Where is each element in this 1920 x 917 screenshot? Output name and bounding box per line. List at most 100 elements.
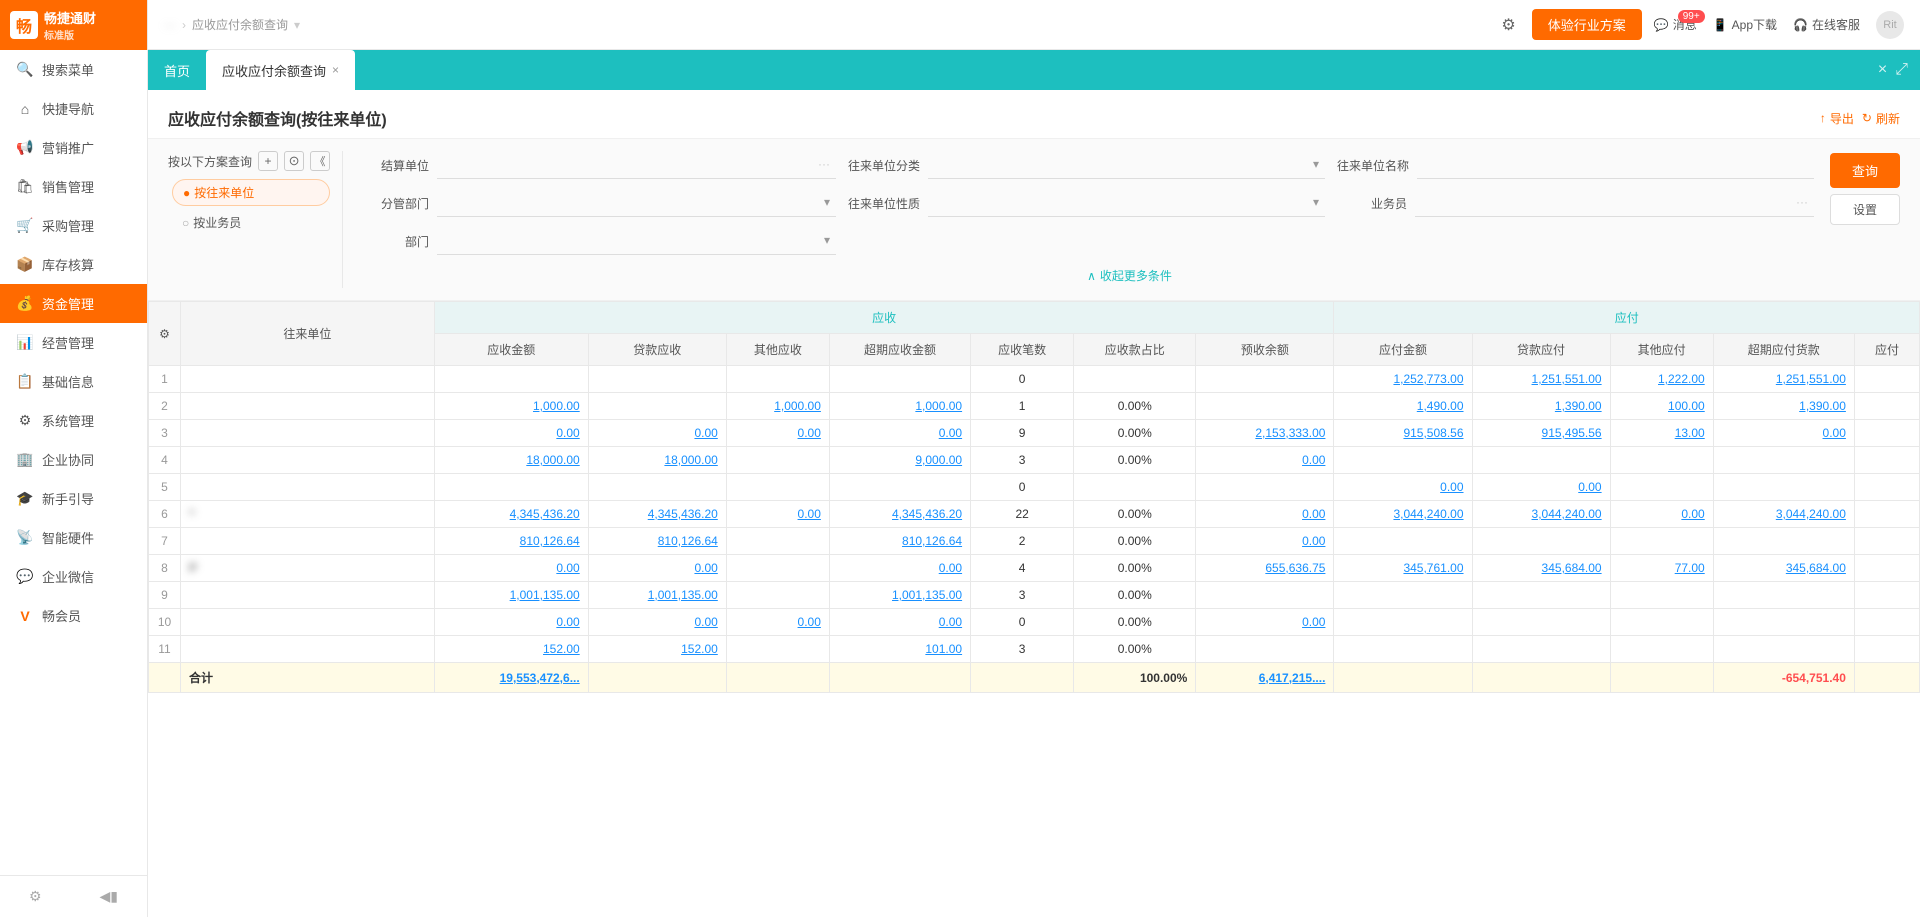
sidebar-item-quick-nav[interactable]: ⌂ 快捷导航 [0, 89, 147, 128]
cell-link[interactable]: 655,636.75 [1265, 561, 1325, 575]
window-close-icon[interactable]: × [1878, 61, 1887, 79]
query-button[interactable]: 查询 [1830, 153, 1900, 188]
cell-link[interactable]: 1,251,551.00 [1532, 372, 1602, 386]
export-button[interactable]: ↑ 导出 [1820, 110, 1854, 127]
sidebar-item-enterprise[interactable]: 🏢 企业协同 [0, 440, 147, 479]
sidebar-item-sales[interactable]: 🛍 销售管理 [0, 167, 147, 206]
cell-link[interactable]: 810,126.64 [520, 534, 580, 548]
sidebar-item-inventory[interactable]: 📦 库存核算 [0, 245, 147, 284]
sidebar-item-purchase[interactable]: 🛒 采购管理 [0, 206, 147, 245]
cell-link[interactable]: 0.00 [694, 615, 717, 629]
cell-link[interactable]: 3,044,240.00 [1532, 507, 1602, 521]
col-settings[interactable]: ⚙ [149, 302, 181, 366]
online-service-button[interactable]: 🎧 在线客服 [1793, 16, 1860, 33]
setting-button[interactable]: 设置 [1830, 194, 1900, 225]
cell-link[interactable]: 100.00 [1668, 399, 1705, 413]
trial-button[interactable]: 体验行业方案 [1532, 9, 1642, 40]
cell-link[interactable]: 0.00 [556, 615, 579, 629]
cell-link[interactable]: 0.00 [1823, 426, 1846, 440]
cell-link[interactable]: 18,000.00 [664, 453, 717, 467]
cell-link[interactable]: 0.00 [1302, 453, 1325, 467]
cell-link[interactable]: 0.00 [1302, 507, 1325, 521]
cell-link[interactable]: 77.00 [1675, 561, 1705, 575]
sidebar-item-system[interactable]: ⚙ 系统管理 [0, 401, 147, 440]
header-gear-icon[interactable]: ⚙ [1501, 15, 1515, 35]
sidebar-item-guide[interactable]: 🎓 新手引导 [0, 479, 147, 518]
cell-link[interactable]: 1,001,135.00 [892, 588, 962, 602]
cell-link[interactable]: 0.00 [798, 426, 821, 440]
sidebar-collapse-btn[interactable]: ◀▮ [92, 884, 126, 909]
cell-link[interactable]: 4,345,436.20 [648, 507, 718, 521]
filter-settings-button[interactable]: ⊙ [284, 151, 304, 171]
refresh-button[interactable]: ↻ 刷新 [1862, 110, 1900, 127]
cell-link[interactable]: 13.00 [1675, 426, 1705, 440]
filter-add-button[interactable]: + [258, 151, 278, 171]
cell-link[interactable]: 345,684.00 [1786, 561, 1846, 575]
cell-link[interactable]: 3,044,240.00 [1776, 507, 1846, 521]
cell-link[interactable]: 1,252,773.00 [1393, 372, 1463, 386]
partner-name-input[interactable] [1417, 151, 1814, 179]
cell-link[interactable]: 0.00 [939, 615, 962, 629]
tab-receivable-query[interactable]: 应收应付余额查询 × [206, 50, 355, 90]
cell-link[interactable]: 810,126.64 [902, 534, 962, 548]
cell-link[interactable]: 1,390.00 [1555, 399, 1602, 413]
cell-link[interactable]: 152.00 [681, 642, 718, 656]
settlement-unit-input[interactable]: ··· [437, 151, 836, 179]
sidebar-item-wechat[interactable]: 💬 企业微信 [0, 557, 147, 596]
cell-link[interactable]: 1,000.00 [774, 399, 821, 413]
cell-link[interactable]: 2,153,333.00 [1255, 426, 1325, 440]
sidebar-settings-btn[interactable]: ⚙ [21, 884, 50, 909]
cell-link[interactable]: 915,495.56 [1542, 426, 1602, 440]
sidebar-item-vip[interactable]: V 畅会员 [0, 596, 147, 635]
window-maximize-icon[interactable]: ⤢ [1895, 61, 1908, 79]
cell-link[interactable]: 4,345,436.20 [892, 507, 962, 521]
cell-link[interactable]: 0.00 [1440, 480, 1463, 494]
cell-link[interactable]: 18,000.00 [526, 453, 579, 467]
cell-link[interactable]: 1,222.00 [1658, 372, 1705, 386]
table-settings-icon[interactable]: ⚙ [159, 327, 170, 341]
chevron-down-icon[interactable]: ▾ [294, 18, 300, 32]
cell-link[interactable]: 0.00 [556, 426, 579, 440]
cell-link[interactable]: 345,684.00 [1542, 561, 1602, 575]
cell-link[interactable]: 0.00 [798, 507, 821, 521]
cell-link[interactable]: 915,508.56 [1403, 426, 1463, 440]
cell-link[interactable]: 0.00 [1302, 615, 1325, 629]
sidebar-item-finance[interactable]: 💰 资金管理 [0, 284, 147, 323]
tab-home[interactable]: 首页 [148, 50, 206, 90]
cell-link[interactable]: 810,126.64 [658, 534, 718, 548]
cell-link[interactable]: 0.00 [1302, 534, 1325, 548]
cell-link[interactable]: 1,390.00 [1799, 399, 1846, 413]
sidebar-item-search-menu[interactable]: 🔍 搜索菜单 [0, 50, 147, 89]
cell-link[interactable]: 0.00 [939, 426, 962, 440]
cell-link[interactable]: 101.00 [925, 642, 962, 656]
cell-link[interactable]: 1,001,135.00 [648, 588, 718, 602]
cell-link[interactable]: 0.00 [1681, 507, 1704, 521]
message-button[interactable]: 💬 消息 99+ [1654, 16, 1697, 33]
cell-link[interactable]: 0.00 [556, 561, 579, 575]
sidebar-item-marketing[interactable]: 📢 营销推广 [0, 128, 147, 167]
query-option-partner[interactable]: ● 按往来单位 [172, 179, 330, 206]
cell-link[interactable]: 152.00 [543, 642, 580, 656]
cell-link[interactable]: 0.00 [939, 561, 962, 575]
query-option-salesperson[interactable]: ○ 按业务员 [172, 210, 330, 235]
tab-close-icon[interactable]: × [332, 63, 339, 77]
filter-back-button[interactable]: 《 [310, 151, 330, 171]
cell-link[interactable]: 4,345,436.20 [510, 507, 580, 521]
user-avatar[interactable]: Rit [1876, 11, 1904, 39]
cell-link[interactable]: 9,000.00 [915, 453, 962, 467]
cell-link[interactable]: 0.00 [694, 561, 717, 575]
cell-link[interactable]: 3,044,240.00 [1393, 507, 1463, 521]
cell-link[interactable]: 1,000.00 [533, 399, 580, 413]
partner-nature-input[interactable]: ▾ [928, 189, 1325, 217]
cell-link[interactable]: 1,490.00 [1417, 399, 1464, 413]
cell-link[interactable]: 0.00 [694, 426, 717, 440]
sidebar-item-basic-info[interactable]: 📋 基础信息 [0, 362, 147, 401]
cell-link[interactable]: 0.00 [798, 615, 821, 629]
department-input[interactable]: ▾ [437, 227, 836, 255]
cell-link[interactable]: 345,761.00 [1403, 561, 1463, 575]
sidebar-item-operations[interactable]: 📊 经营管理 [0, 323, 147, 362]
collapse-button[interactable]: ∧ 收起更多条件 [359, 263, 1900, 288]
cell-link[interactable]: 1,001,135.00 [510, 588, 580, 602]
salesperson-input[interactable]: ··· [1415, 189, 1814, 217]
app-download-button[interactable]: 📱 App下载 [1713, 16, 1777, 33]
